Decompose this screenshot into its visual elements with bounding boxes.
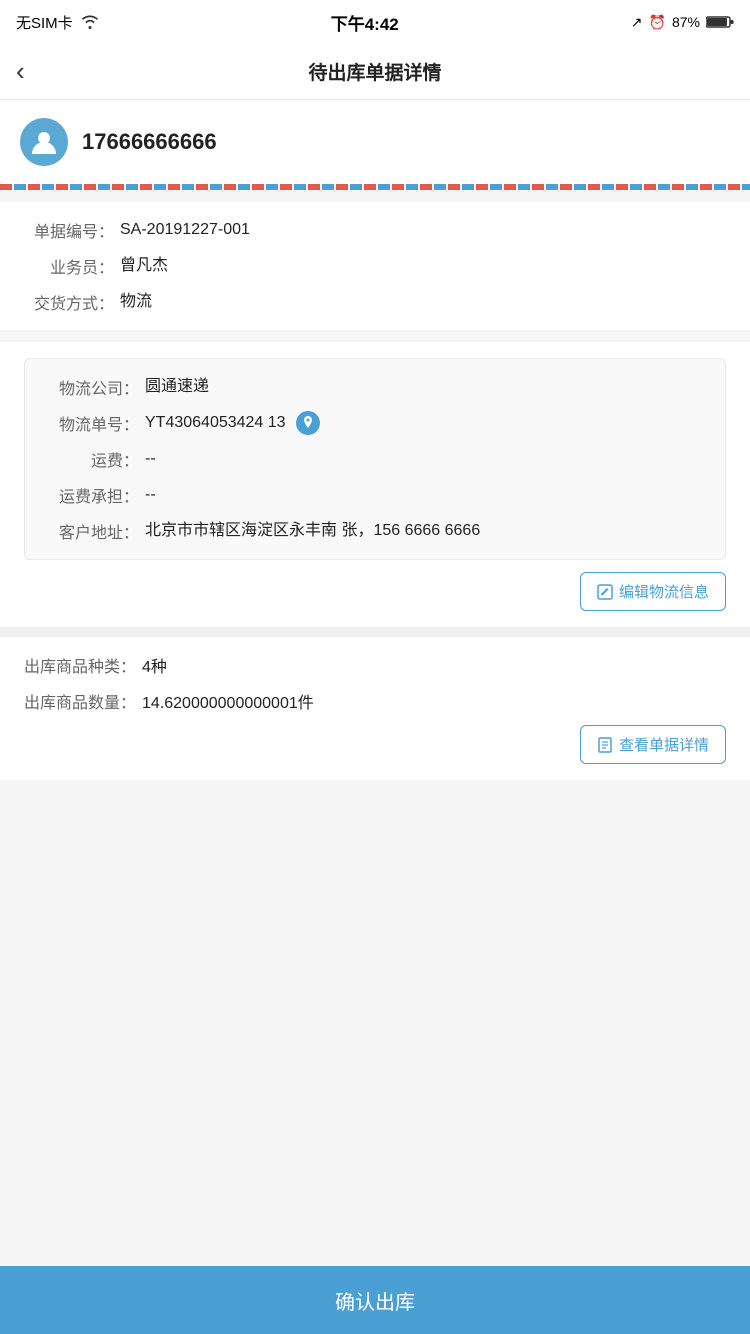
goods-type-row: 出库商品种类： 4种 xyxy=(24,653,726,677)
view-detail-container: 查看单据详情 xyxy=(24,725,726,764)
wifi-icon xyxy=(81,15,99,29)
order-no-value: SA-20191227-001 xyxy=(120,218,726,242)
edit-logistics-button[interactable]: 编辑物流信息 xyxy=(580,572,726,611)
logistics-company-row: 物流公司： 圆通速递 xyxy=(49,375,701,399)
freight-label: 运费： xyxy=(49,447,139,471)
back-button[interactable]: ‹ xyxy=(16,56,25,87)
battery-text: 87% xyxy=(672,14,700,30)
delivery-row: 交货方式： 物流 xyxy=(24,290,726,314)
address-label: 客户地址： xyxy=(49,519,139,543)
user-header: 17666666666 xyxy=(0,100,750,184)
order-no-row: 单据编号： SA-20191227-001 xyxy=(24,218,726,242)
goods-quantity-label: 出库商品数量： xyxy=(24,689,136,713)
nav-bar: ‹ 待出库单据详情 xyxy=(0,44,750,100)
freight-bear-label: 运费承担： xyxy=(49,483,139,507)
status-time: 下午4:42 xyxy=(331,10,399,35)
goods-type-value: 4种 xyxy=(142,653,167,677)
delivery-value: 物流 xyxy=(120,290,726,314)
dashed-separator xyxy=(0,184,750,190)
freight-bear-row: 运费承担： -- xyxy=(49,483,701,507)
avatar xyxy=(20,118,68,166)
battery-icon xyxy=(706,15,734,29)
bottom-space xyxy=(0,780,750,920)
tracking-no-text: YT43064053424 13 xyxy=(145,411,286,435)
view-detail-label: 查看单据详情 xyxy=(619,734,709,755)
goods-type-label: 出库商品种类： xyxy=(24,653,136,677)
goods-section: 出库商品种类： 4种 出库商品数量： 14.620000000000001件 查… xyxy=(0,637,750,780)
alarm-icon: ⏰ xyxy=(649,14,666,31)
freight-row: 运费： -- xyxy=(49,447,701,471)
delivery-label: 交货方式： xyxy=(24,290,114,314)
salesman-row: 业务员： 曾凡杰 xyxy=(24,254,726,278)
salesman-label: 业务员： xyxy=(24,254,114,278)
location-icon[interactable] xyxy=(296,411,320,435)
logistics-section: 物流公司： 圆通速递 物流单号： YT43064053424 13 运费： --… xyxy=(0,342,750,627)
status-left: 无SIM卡 xyxy=(16,12,99,33)
status-bar: 无SIM卡 下午4:42 ↗ ⏰ 87% xyxy=(0,0,750,44)
carrier-text: 无SIM卡 xyxy=(16,12,73,33)
freight-bear-value: -- xyxy=(145,483,701,507)
edit-logistics-container: 编辑物流信息 xyxy=(24,572,726,611)
order-info-section: 单据编号： SA-20191227-001 业务员： 曾凡杰 交货方式： 物流 xyxy=(0,202,750,330)
status-right: ↗ ⏰ 87% xyxy=(631,14,734,31)
view-detail-button[interactable]: 查看单据详情 xyxy=(580,725,726,764)
page-title: 待出库单据详情 xyxy=(308,58,441,85)
address-value: 北京市市辖区海淀区永丰南 张，156 6666 6666 xyxy=(145,519,701,543)
edit-logistics-label: 编辑物流信息 xyxy=(619,581,709,602)
tracking-value: YT43064053424 13 xyxy=(145,411,701,435)
address-row: 客户地址： 北京市市辖区海淀区永丰南 张，156 6666 6666 xyxy=(49,519,701,543)
user-phone: 17666666666 xyxy=(82,129,217,155)
order-no-label: 单据编号： xyxy=(24,218,114,242)
confirm-bar[interactable]: 确认出库 xyxy=(0,1266,750,1334)
confirm-label: 确认出库 xyxy=(335,1286,415,1315)
goods-quantity-row: 出库商品数量： 14.620000000000001件 xyxy=(24,689,726,713)
location-icon: ↗ xyxy=(631,14,643,31)
logistics-company-value: 圆通速递 xyxy=(145,375,701,399)
logistics-box: 物流公司： 圆通速递 物流单号： YT43064053424 13 运费： --… xyxy=(24,358,726,560)
freight-value: -- xyxy=(145,447,701,471)
logistics-company-label: 物流公司： xyxy=(49,375,139,399)
goods-quantity-value: 14.620000000000001件 xyxy=(142,689,314,713)
tracking-row: 物流单号： YT43064053424 13 xyxy=(49,411,701,435)
salesman-value: 曾凡杰 xyxy=(120,254,726,278)
section-divider xyxy=(0,627,750,637)
tracking-label: 物流单号： xyxy=(49,411,139,435)
